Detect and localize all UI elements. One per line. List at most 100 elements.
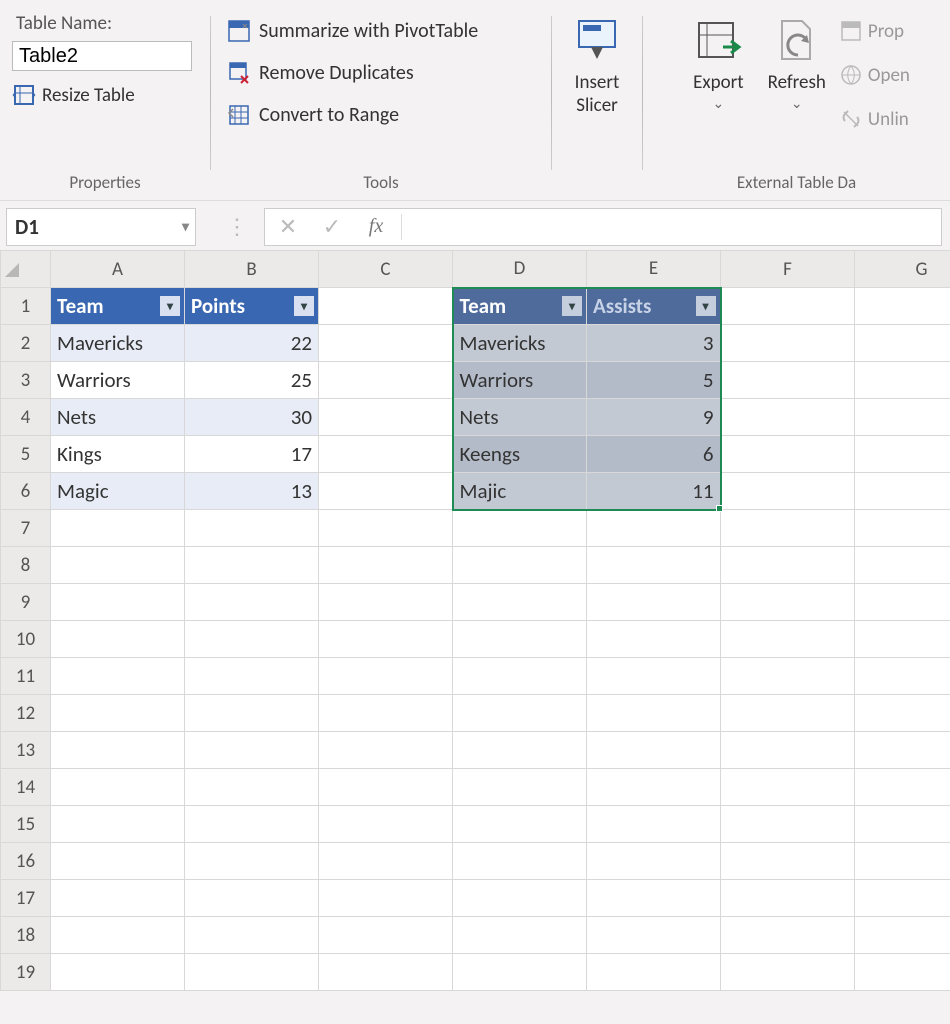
cell-D8[interactable] [453, 547, 587, 584]
cancel-formula-button[interactable]: ✕ [269, 208, 307, 246]
cell-B5[interactable]: 17 [185, 436, 319, 473]
cell-F4[interactable] [721, 399, 855, 436]
cell-F3[interactable] [721, 362, 855, 399]
cell-E16[interactable] [587, 843, 721, 880]
table1-header-points[interactable]: Points [185, 288, 318, 324]
cell-E14[interactable] [587, 769, 721, 806]
cell-A5[interactable]: Kings [51, 436, 185, 473]
open-in-browser-button[interactable]: Open [840, 54, 910, 96]
cell-A1[interactable]: Team [51, 288, 185, 325]
cell-C9[interactable] [319, 584, 453, 621]
cell-C10[interactable] [319, 621, 453, 658]
cell-G6[interactable] [855, 473, 950, 510]
cell-E7[interactable] [587, 510, 721, 547]
cell-F14[interactable] [721, 769, 855, 806]
cell-D5[interactable]: Keengs [453, 436, 587, 473]
cell-E5[interactable]: 6 [587, 436, 721, 473]
unlink-button[interactable]: Unlin [840, 98, 910, 140]
cell-B17[interactable] [185, 880, 319, 917]
row-header-4[interactable]: 4 [1, 399, 51, 436]
cell-C13[interactable] [319, 732, 453, 769]
cell-E2[interactable]: 3 [587, 325, 721, 362]
accept-formula-button[interactable]: ✓ [313, 208, 351, 246]
cell-C19[interactable] [319, 954, 453, 991]
table2-header-assists[interactable]: Assists [587, 289, 720, 325]
cell-D1[interactable]: Team [453, 288, 587, 325]
cell-E3[interactable]: 5 [587, 362, 721, 399]
row-header-9[interactable]: 9 [1, 584, 51, 621]
row-header-3[interactable]: 3 [1, 362, 51, 399]
table1-header-team[interactable]: Team [51, 288, 184, 324]
cell-E12[interactable] [587, 695, 721, 732]
cell-G7[interactable] [855, 510, 950, 547]
cell-D15[interactable] [453, 806, 587, 843]
cell-B12[interactable] [185, 695, 319, 732]
export-button[interactable]: Export ⌄ [683, 8, 754, 111]
cell-E17[interactable] [587, 880, 721, 917]
external-properties-button[interactable]: Prop [840, 10, 910, 52]
filter-dropdown-icon[interactable] [294, 296, 314, 316]
cell-G13[interactable] [855, 732, 950, 769]
row-header-17[interactable]: 17 [1, 880, 51, 917]
filter-dropdown-icon[interactable] [696, 296, 716, 316]
cell-F2[interactable] [721, 325, 855, 362]
remove-duplicates-button[interactable]: Remove Duplicates [223, 52, 418, 94]
row-header-5[interactable]: 5 [1, 436, 51, 473]
cell-G17[interactable] [855, 880, 950, 917]
cell-C7[interactable] [319, 510, 453, 547]
row-header-1[interactable]: 1 [1, 288, 51, 325]
cell-E10[interactable] [587, 621, 721, 658]
cell-E19[interactable] [587, 954, 721, 991]
col-header-F[interactable]: F [721, 251, 855, 288]
cell-C17[interactable] [319, 880, 453, 917]
cell-A17[interactable] [51, 880, 185, 917]
cell-G8[interactable] [855, 547, 950, 584]
cell-F7[interactable] [721, 510, 855, 547]
cell-F19[interactable] [721, 954, 855, 991]
cell-D2[interactable]: Mavericks [453, 325, 587, 362]
cell-E9[interactable] [587, 584, 721, 621]
row-header-11[interactable]: 11 [1, 658, 51, 695]
cell-C11[interactable] [319, 658, 453, 695]
cell-B9[interactable] [185, 584, 319, 621]
cell-C15[interactable] [319, 806, 453, 843]
cell-D14[interactable] [453, 769, 587, 806]
cell-C8[interactable] [319, 547, 453, 584]
row-header-7[interactable]: 7 [1, 510, 51, 547]
cell-C4[interactable] [319, 399, 453, 436]
cell-B15[interactable] [185, 806, 319, 843]
cell-D16[interactable] [453, 843, 587, 880]
resize-table-button[interactable]: Resize Table [12, 83, 135, 107]
cell-E11[interactable] [587, 658, 721, 695]
cell-B6[interactable]: 13 [185, 473, 319, 510]
cell-A19[interactable] [51, 954, 185, 991]
cell-A14[interactable] [51, 769, 185, 806]
cell-A16[interactable] [51, 843, 185, 880]
cell-G14[interactable] [855, 769, 950, 806]
cell-F1[interactable] [721, 288, 855, 325]
cell-A9[interactable] [51, 584, 185, 621]
cell-G18[interactable] [855, 917, 950, 954]
row-header-12[interactable]: 12 [1, 695, 51, 732]
cell-D4[interactable]: Nets [453, 399, 587, 436]
cell-F13[interactable] [721, 732, 855, 769]
cell-G2[interactable] [855, 325, 950, 362]
cell-D10[interactable] [453, 621, 587, 658]
cell-A4[interactable]: Nets [51, 399, 185, 436]
row-header-13[interactable]: 13 [1, 732, 51, 769]
cell-C12[interactable] [319, 695, 453, 732]
col-header-E[interactable]: E [587, 251, 721, 288]
selection-handle[interactable] [716, 505, 723, 512]
col-header-B[interactable]: B [185, 251, 319, 288]
cell-C5[interactable] [319, 436, 453, 473]
cell-E4[interactable]: 9 [587, 399, 721, 436]
cell-F17[interactable] [721, 880, 855, 917]
cell-F6[interactable] [721, 473, 855, 510]
cell-G4[interactable] [855, 399, 950, 436]
cell-F8[interactable] [721, 547, 855, 584]
cell-C6[interactable] [319, 473, 453, 510]
insert-slicer-button[interactable]: InsertSlicer [563, 8, 631, 118]
cell-B8[interactable] [185, 547, 319, 584]
cell-B10[interactable] [185, 621, 319, 658]
cell-G10[interactable] [855, 621, 950, 658]
